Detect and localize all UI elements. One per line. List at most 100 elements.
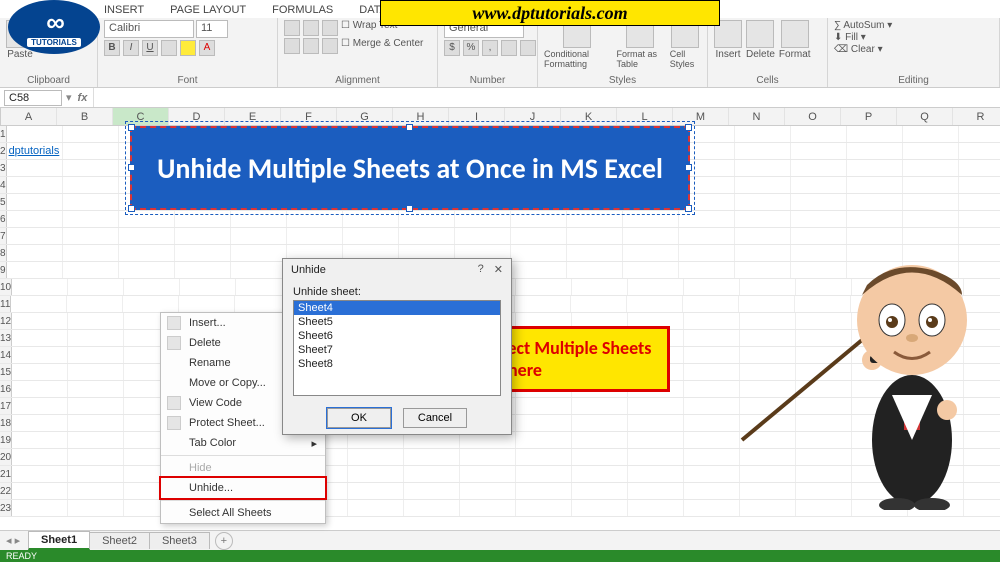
cell[interactable] xyxy=(623,228,679,244)
formula-input[interactable] xyxy=(93,88,1000,107)
cell[interactable] xyxy=(567,245,623,261)
row-header[interactable]: 16 xyxy=(0,381,12,397)
cell[interactable] xyxy=(847,126,903,142)
cell[interactable] xyxy=(791,126,847,142)
cell[interactable] xyxy=(959,126,1000,142)
cell[interactable] xyxy=(455,228,511,244)
cell[interactable] xyxy=(847,143,903,159)
clear-button[interactable]: ⌫ Clear ▾ xyxy=(834,44,883,55)
row-header[interactable]: 23 xyxy=(0,500,12,516)
unhide-sheet-list[interactable]: Sheet4 Sheet5 Sheet6 Sheet7 Sheet8 xyxy=(293,300,501,396)
dialog-help-icon[interactable]: ? xyxy=(478,263,484,276)
cell[interactable] xyxy=(623,211,679,227)
cell[interactable] xyxy=(231,262,287,278)
cell[interactable] xyxy=(847,194,903,210)
cell[interactable] xyxy=(460,500,516,516)
cell[interactable] xyxy=(63,245,119,261)
col-header[interactable]: I xyxy=(449,108,505,125)
cell[interactable] xyxy=(399,211,455,227)
cell[interactable] xyxy=(516,483,572,499)
cell[interactable] xyxy=(343,228,399,244)
dec-dec-icon[interactable] xyxy=(520,40,536,56)
sheet-tab[interactable]: Sheet3 xyxy=(149,532,210,549)
cell[interactable] xyxy=(12,347,68,363)
cell[interactable] xyxy=(12,500,68,516)
col-header[interactable]: G xyxy=(337,108,393,125)
cell[interactable] xyxy=(63,211,119,227)
list-item[interactable]: Sheet8 xyxy=(294,357,500,371)
cell[interactable] xyxy=(628,466,684,482)
cell[interactable] xyxy=(68,347,124,363)
cell[interactable] xyxy=(404,449,460,465)
cell[interactable] xyxy=(123,296,179,312)
cell[interactable] xyxy=(63,143,119,159)
title-overlay[interactable]: Unhide Multiple Sheets at Once in MS Exc… xyxy=(130,126,690,210)
dec-inc-icon[interactable] xyxy=(501,40,517,56)
cell[interactable] xyxy=(68,415,124,431)
cell[interactable] xyxy=(63,160,119,176)
col-header[interactable]: E xyxy=(225,108,281,125)
cell[interactable] xyxy=(287,228,343,244)
cell[interactable] xyxy=(516,415,572,431)
cell[interactable] xyxy=(7,228,63,244)
cell[interactable] xyxy=(175,211,231,227)
cell[interactable] xyxy=(735,126,791,142)
comma-icon[interactable]: , xyxy=(482,40,498,56)
row-header[interactable]: 17 xyxy=(0,398,12,414)
cell[interactable] xyxy=(959,143,1000,159)
tab-formulas[interactable]: FORMULAS xyxy=(268,2,337,18)
cell[interactable] xyxy=(628,398,684,414)
cell[interactable] xyxy=(460,449,516,465)
cell[interactable] xyxy=(516,466,572,482)
cell[interactable] xyxy=(516,279,572,295)
cell[interactable] xyxy=(572,500,628,516)
cell[interactable] xyxy=(572,483,628,499)
cell[interactable] xyxy=(399,228,455,244)
col-header[interactable]: O xyxy=(785,108,841,125)
cell[interactable] xyxy=(628,432,684,448)
cell[interactable] xyxy=(287,211,343,227)
cell[interactable] xyxy=(68,381,124,397)
cell[interactable] xyxy=(179,296,235,312)
cell[interactable] xyxy=(12,330,68,346)
cell[interactable] xyxy=(511,228,567,244)
ctx-unhide[interactable]: Unhide... xyxy=(161,478,325,498)
cell[interactable] xyxy=(68,483,124,499)
cell[interactable] xyxy=(12,466,68,482)
cell[interactable] xyxy=(516,398,572,414)
cell[interactable] xyxy=(735,177,791,193)
col-header[interactable]: L xyxy=(617,108,673,125)
cell[interactable] xyxy=(903,177,959,193)
cell[interactable] xyxy=(903,126,959,142)
cell[interactable] xyxy=(7,211,63,227)
font-size-select[interactable]: 11 xyxy=(196,20,228,38)
tab-insert[interactable]: INSERT xyxy=(100,2,148,18)
cell[interactable] xyxy=(67,296,123,312)
cell[interactable] xyxy=(460,483,516,499)
cell[interactable] xyxy=(679,228,735,244)
cell[interactable] xyxy=(735,194,791,210)
cell[interactable] xyxy=(683,296,739,312)
fill-color-icon[interactable] xyxy=(180,40,196,56)
align-right-icon[interactable] xyxy=(322,38,338,54)
row-header[interactable]: 18 xyxy=(0,415,12,431)
cell[interactable] xyxy=(68,364,124,380)
cell[interactable] xyxy=(511,245,567,261)
cell[interactable] xyxy=(903,160,959,176)
cell[interactable] xyxy=(68,449,124,465)
cell[interactable] xyxy=(7,160,63,176)
cell[interactable] xyxy=(12,415,68,431)
cell[interactable] xyxy=(571,296,627,312)
namebox-dropdown-icon[interactable]: ▾ xyxy=(66,91,72,104)
cell[interactable] xyxy=(679,211,735,227)
cell[interactable] xyxy=(63,177,119,193)
row-header[interactable]: 14 xyxy=(0,347,12,363)
cell[interactable] xyxy=(12,364,68,380)
cell[interactable] xyxy=(735,160,791,176)
cell[interactable] xyxy=(903,194,959,210)
cell[interactable] xyxy=(516,500,572,516)
bold-icon[interactable]: B xyxy=(104,40,120,56)
cell[interactable] xyxy=(572,466,628,482)
col-header[interactable]: P xyxy=(841,108,897,125)
cells-delete-button[interactable]: Delete xyxy=(746,20,775,60)
